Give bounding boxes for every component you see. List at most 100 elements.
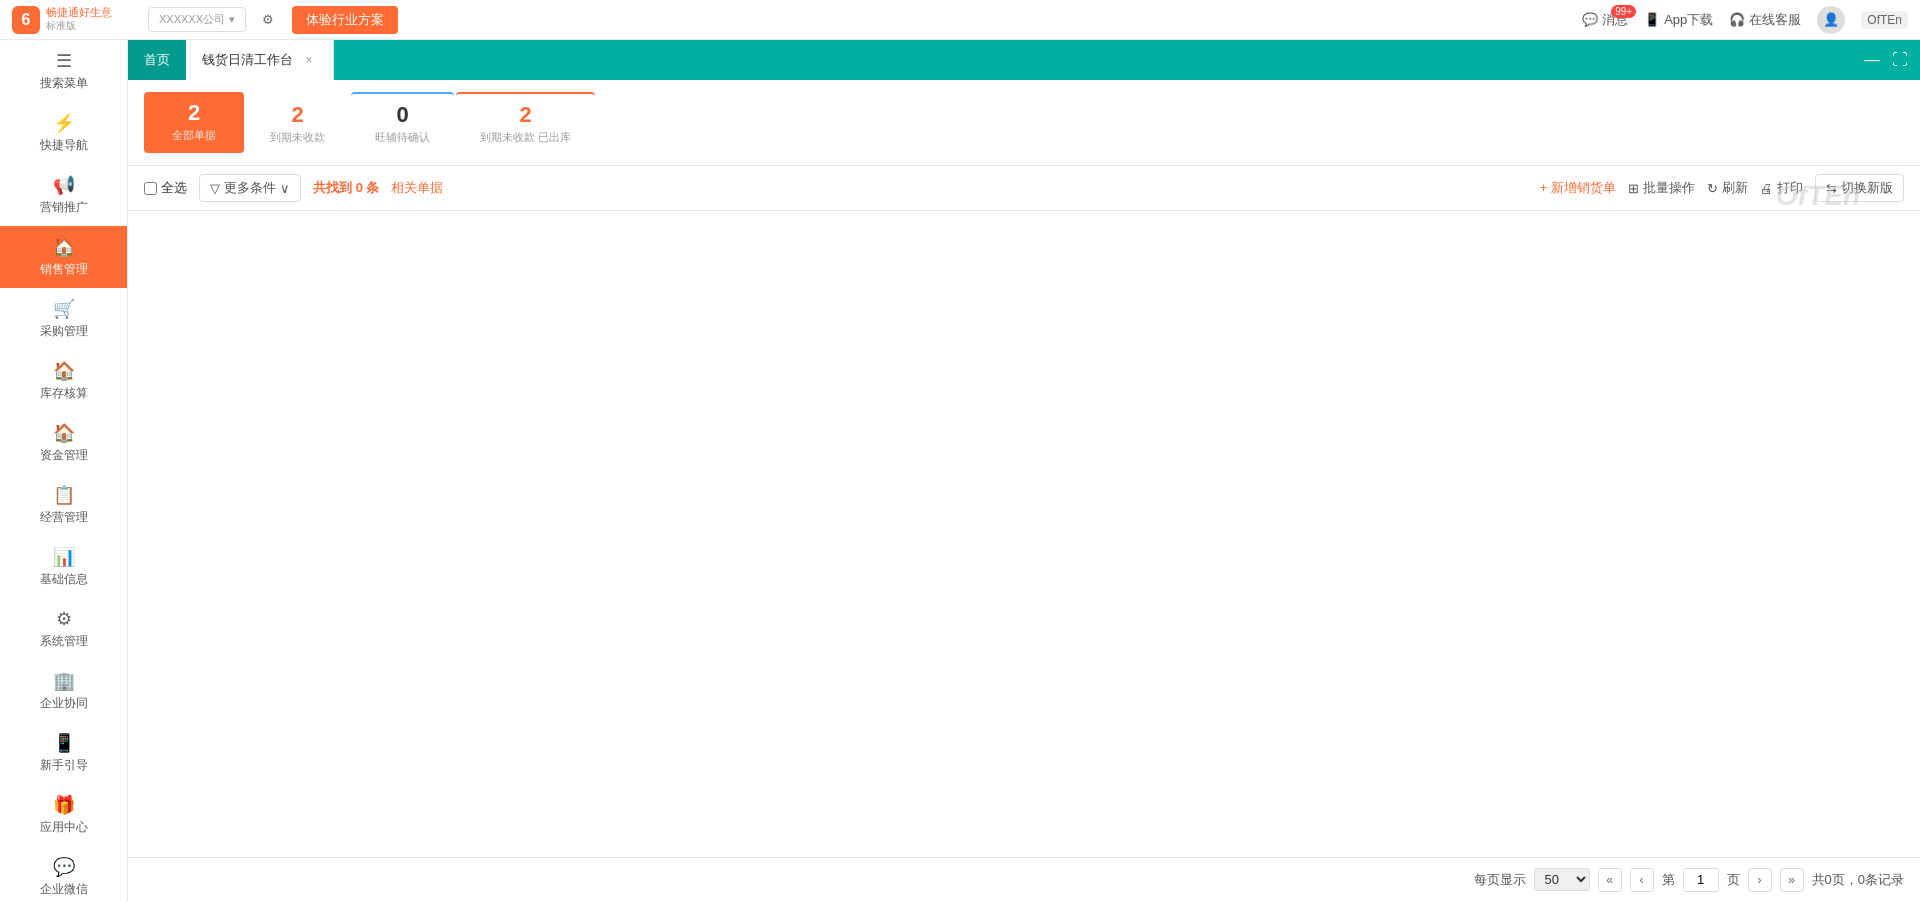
first-page-button[interactable]: «	[1598, 868, 1622, 892]
result-number: 0	[356, 180, 363, 195]
sidebar-label-quick-nav: 快捷导航	[40, 137, 88, 154]
sidebar-label-purchase: 采购管理	[40, 323, 88, 340]
pagination-bar: 每页显示 50 20 100 « ‹ 第 页 › » 共0页，0条记录	[128, 857, 1920, 901]
switch-label: 切换新版	[1841, 179, 1893, 197]
print-label: 打印	[1777, 179, 1803, 197]
online-service-button[interactable]: 🎧 在线客服	[1729, 11, 1801, 29]
sidebar-item-purchase[interactable]: 🛒 采购管理	[0, 288, 127, 350]
avatar[interactable]: 👤	[1817, 6, 1845, 34]
sidebar-item-wechat[interactable]: 💬 企业微信	[0, 846, 127, 901]
tab-active-label: 钱货日清工作台	[202, 51, 293, 69]
print-icon: 🖨	[1760, 181, 1773, 196]
stat-num-overdue-shipped: 2	[519, 102, 531, 128]
sidebar-label-sales: 销售管理	[40, 261, 88, 278]
sidebar-item-inventory[interactable]: 🏠 库存核算	[0, 350, 127, 412]
message-badge: 99+	[1611, 5, 1636, 18]
stat-tab-all[interactable]: 2 全部单据	[144, 92, 244, 153]
app-download-button[interactable]: 📱 App下载	[1644, 11, 1713, 29]
top-header: 6 畅捷通好生意 标准版 XXXXXX公司 ▾ ⚙ 体验行业方案 💬 消息 99…	[0, 0, 1920, 40]
logo-name: 畅捷通好生意	[46, 6, 112, 19]
total-count: 共0页，0条记录	[1812, 871, 1904, 889]
chevron-down-icon: ∨	[280, 181, 290, 196]
maximize-button[interactable]: ⛶	[1888, 48, 1912, 72]
sidebar-item-enterprise[interactable]: 🏢 企业协同	[0, 660, 127, 722]
sidebar-label-guide: 新手引导	[40, 757, 88, 774]
sidebar-item-sales[interactable]: 🏠 销售管理	[0, 226, 127, 288]
switch-version-button[interactable]: ⇆ 切换新版	[1815, 174, 1904, 202]
tab-home[interactable]: 首页	[128, 40, 186, 80]
online-service-label: 在线客服	[1749, 11, 1801, 29]
sidebar-item-guide[interactable]: 📱 新手引导	[0, 722, 127, 784]
select-all-input[interactable]	[144, 182, 157, 195]
stat-label-all: 全部单据	[172, 128, 216, 143]
sidebar-item-quick-nav[interactable]: ⚡ 快捷导航	[0, 102, 127, 164]
stat-num-overdue: 2	[291, 102, 303, 128]
per-page-select[interactable]: 50 20 100	[1534, 868, 1590, 891]
message-icon: 💬	[1582, 12, 1598, 27]
next-page-button[interactable]: ›	[1748, 868, 1772, 892]
tab-spacer	[334, 40, 1852, 80]
tab-close-button[interactable]: ×	[301, 52, 317, 68]
page-prefix: 第	[1662, 871, 1675, 889]
experience-button[interactable]: 体验行业方案	[292, 6, 398, 34]
sidebar-item-basic-info[interactable]: 📊 基础信息	[0, 536, 127, 598]
sidebar-label-finance: 资金管理	[40, 447, 88, 464]
sidebar-label-search-menu: 搜索菜单	[40, 75, 88, 92]
page-content: 2 全部单据 2 到期未收款 0 旺辅待确认 2 到期未收款 已出库	[128, 80, 1920, 901]
refresh-button[interactable]: ↻ 刷新	[1707, 179, 1748, 197]
sidebar-label-operation: 经营管理	[40, 509, 88, 526]
logo-area: 6 畅捷通好生意 标准版	[12, 6, 140, 34]
settings-button[interactable]: ⚙	[254, 6, 282, 34]
sidebar-item-marketing[interactable]: 📢 营销推广	[0, 164, 127, 226]
tab-active[interactable]: 钱货日清工作台 ×	[186, 40, 334, 80]
page-number-input[interactable]	[1683, 868, 1719, 892]
stat-tab-wangwang[interactable]: 0 旺辅待确认	[351, 92, 454, 153]
stat-label-overdue-shipped: 到期未收款 已出库	[480, 130, 571, 145]
sidebar-item-operation[interactable]: 📋 经营管理	[0, 474, 127, 536]
user-icon: 👤	[1823, 12, 1839, 27]
guide-icon: 📱	[53, 732, 75, 754]
stat-label-overdue: 到期未收款	[270, 130, 325, 145]
basic-info-icon: 📊	[53, 546, 75, 568]
avatar-name[interactable]: OfTEn	[1861, 11, 1908, 29]
message-button[interactable]: 💬 消息 99+	[1582, 11, 1628, 29]
select-all-checkbox[interactable]: 全选	[144, 179, 187, 197]
purchase-icon: 🛒	[53, 298, 75, 320]
company-selector[interactable]: XXXXXX公司 ▾	[148, 7, 246, 32]
sidebar-item-app-center[interactable]: 🎁 应用中心	[0, 784, 127, 846]
filter-button[interactable]: ▽ 更多条件 ∨	[199, 174, 301, 202]
stat-num-wangwang: 0	[396, 102, 408, 128]
system-icon: ⚙	[56, 608, 72, 630]
phone-icon: 📱	[1644, 12, 1660, 27]
result-count: 共找到 0 条	[313, 179, 379, 197]
logo-icon: 6	[12, 6, 40, 34]
batch-operation-button[interactable]: ⊞ 批量操作	[1628, 179, 1695, 197]
stat-tab-overdue-shipped[interactable]: 2 到期未收款 已出库	[456, 92, 595, 153]
toolbar-right: + 新增销货单 ⊞ 批量操作 ↻ 刷新 🖨 打印 ⇆	[1540, 174, 1904, 202]
sidebar-item-finance[interactable]: 🏠 资金管理	[0, 412, 127, 474]
tab-bar: 首页 钱货日清工作台 × — ⛶	[128, 40, 1920, 80]
sidebar-label-wechat: 企业微信	[40, 881, 88, 898]
minimize-button[interactable]: —	[1860, 48, 1884, 72]
inventory-icon: 🏠	[53, 360, 75, 382]
sidebar-item-search-menu[interactable]: ☰ 搜索菜单	[0, 40, 127, 102]
sidebar-label-basic-info: 基础信息	[40, 571, 88, 588]
add-sales-order-button[interactable]: + 新增销货单	[1540, 179, 1616, 197]
related-orders-button[interactable]: 相关单据	[391, 179, 443, 197]
marketing-icon: 📢	[53, 174, 75, 196]
app-center-icon: 🎁	[53, 794, 75, 816]
sidebar: ☰ 搜索菜单 ⚡ 快捷导航 📢 营销推广 🏠 销售管理 🛒 采购管理 🏠 库存核…	[0, 40, 128, 901]
last-page-button[interactable]: »	[1780, 868, 1804, 892]
filter-icon: ▽	[210, 181, 220, 196]
stats-bar: 2 全部单据 2 到期未收款 0 旺辅待确认 2 到期未收款 已出库	[128, 80, 1920, 166]
stat-tab-overdue[interactable]: 2 到期未收款	[246, 92, 349, 153]
app-download-label: App下载	[1664, 11, 1713, 29]
sidebar-item-system[interactable]: ⚙ 系统管理	[0, 598, 127, 660]
gear-icon: ⚙	[262, 12, 274, 27]
prev-page-button[interactable]: ‹	[1630, 868, 1654, 892]
select-all-label: 全选	[161, 179, 187, 197]
print-button[interactable]: 🖨 打印	[1760, 179, 1803, 197]
batch-label: 批量操作	[1643, 179, 1695, 197]
filter-label: 更多条件	[224, 179, 276, 197]
batch-icon: ⊞	[1628, 181, 1639, 196]
